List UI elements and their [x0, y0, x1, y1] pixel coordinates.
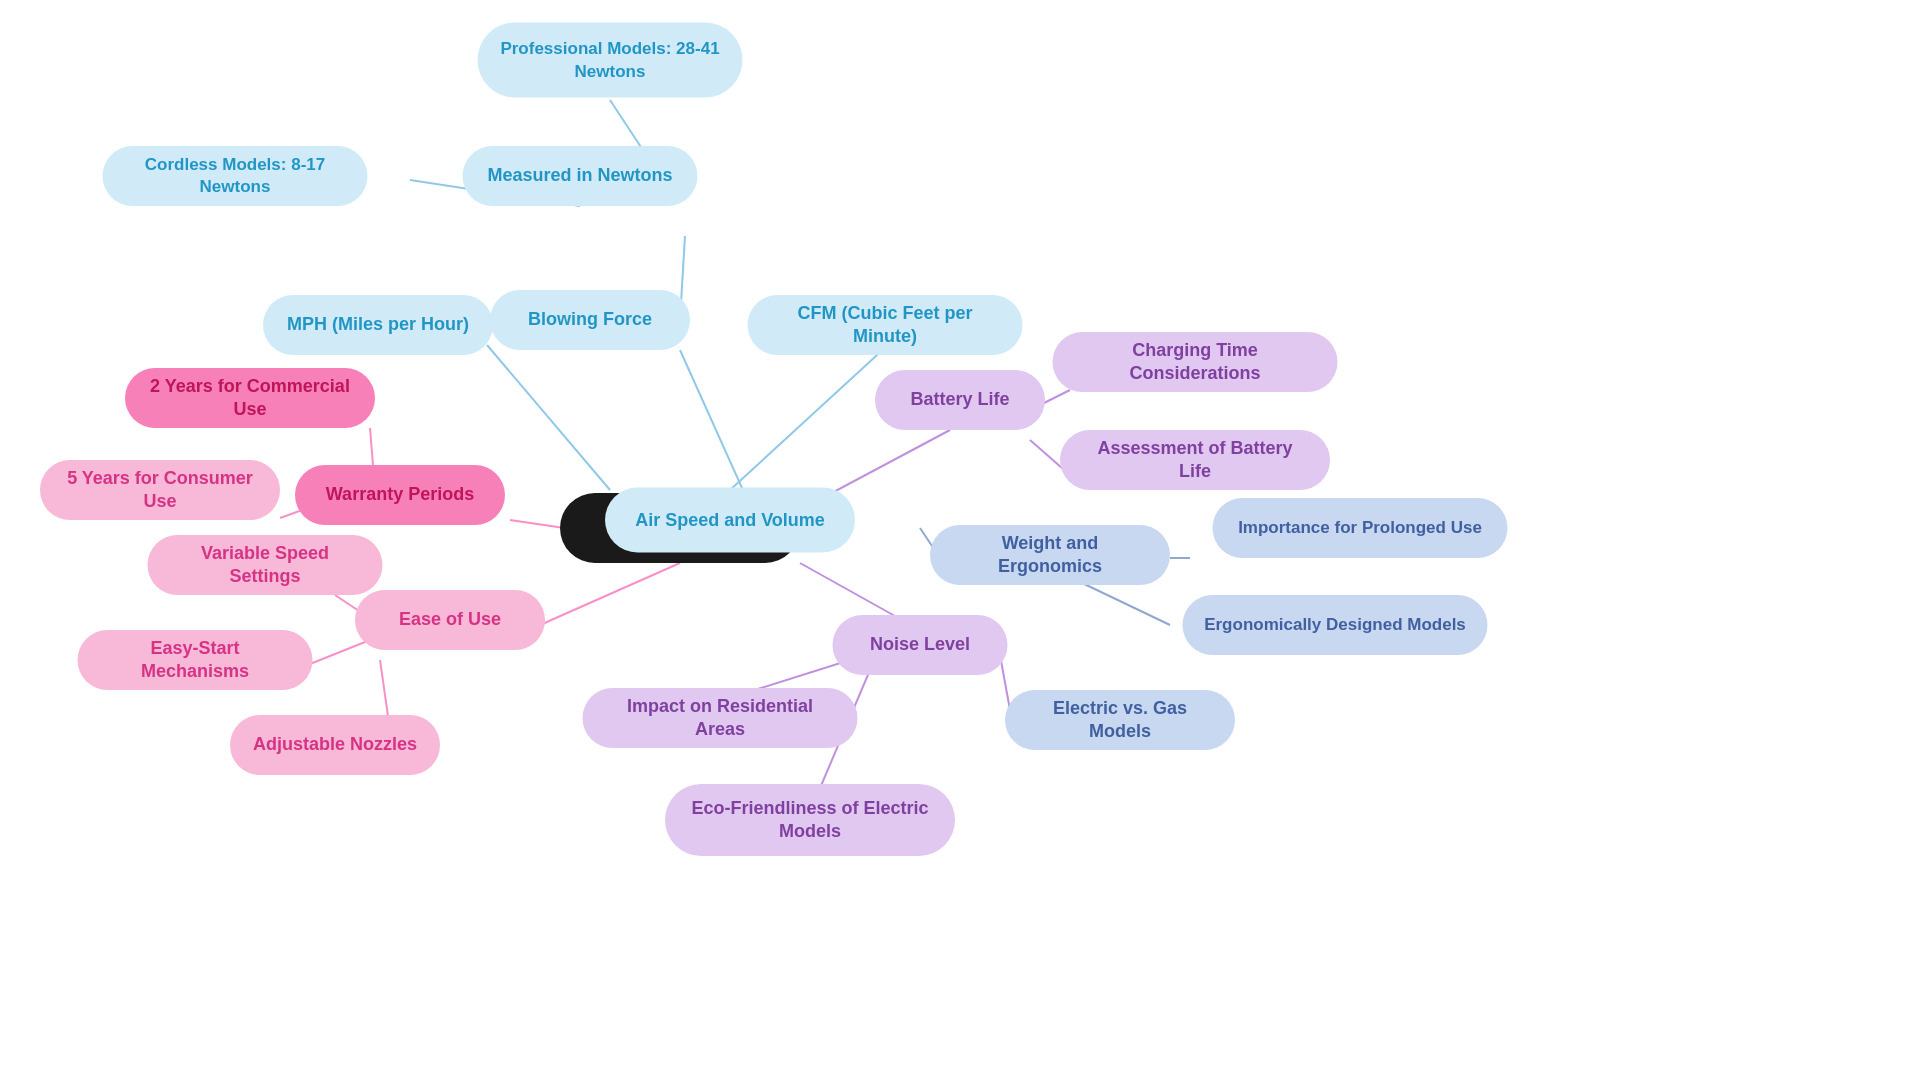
electric-gas-node: Electric vs. Gas Models: [1005, 690, 1235, 750]
commercial-use-node: 2 Years for Commercial Use: [125, 368, 375, 428]
ease-of-use-node: Ease of Use: [355, 590, 545, 650]
consumer-use-node: 5 Years for Consumer Use: [40, 460, 280, 520]
battery-life-node: Battery Life: [875, 370, 1045, 430]
cordless-models-node: Cordless Models: 8-17 Newtons: [103, 146, 368, 206]
easy-start-node: Easy-Start Mechanisms: [78, 630, 313, 690]
ergonomic-models-node: Ergonomically Designed Models: [1183, 595, 1488, 655]
variable-speed-node: Variable Speed Settings: [148, 535, 383, 595]
air-speed-node: Air Speed and Volume: [605, 488, 855, 553]
noise-level-node: Noise Level: [833, 615, 1008, 675]
svg-line-10: [540, 563, 680, 625]
warranty-node: Warranty Periods: [295, 465, 505, 525]
impact-residential-node: Impact on Residential Areas: [583, 688, 858, 748]
blowing-force-node: Blowing Force: [490, 290, 690, 350]
svg-line-6: [730, 345, 888, 490]
mph-node: MPH (Miles per Hour): [263, 295, 493, 355]
cfm-node: CFM (Cubic Feet per Minute): [748, 295, 1023, 355]
svg-line-23: [1000, 655, 1010, 710]
svg-line-5: [487, 345, 610, 490]
professional-models-node: Professional Models: 28-41 Newtons: [478, 23, 743, 98]
weight-ergonomics-node: Weight and Ergonomics: [930, 525, 1170, 585]
assessment-battery-node: Assessment of Battery Life: [1060, 430, 1330, 490]
importance-prolonged-node: Importance for Prolonged Use: [1213, 498, 1508, 558]
adjustable-nozzles-node: Adjustable Nozzles: [230, 715, 440, 775]
eco-friendliness-node: Eco-Friendliness of Electric Models: [665, 784, 955, 856]
measured-newtons-node: Measured in Newtons: [463, 146, 698, 206]
charging-time-node: Charging Time Considerations: [1053, 332, 1338, 392]
